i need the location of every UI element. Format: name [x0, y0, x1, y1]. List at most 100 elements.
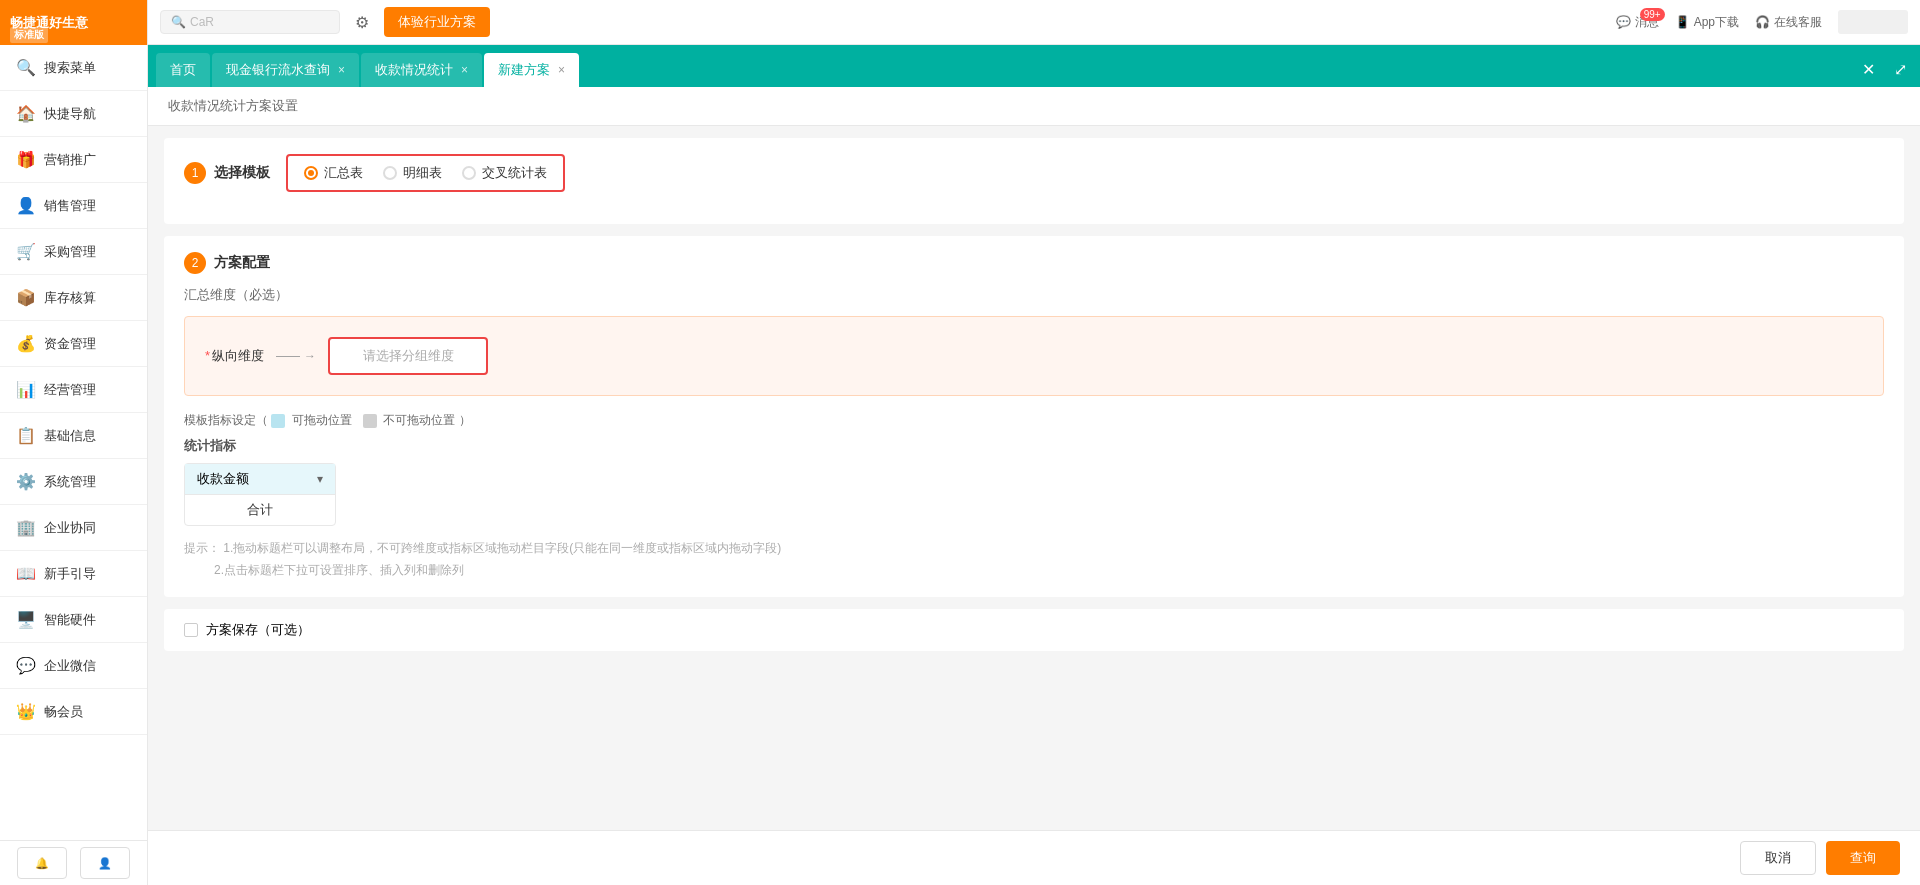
hardware-icon: 🖥️: [16, 610, 36, 630]
app-download-label: App下载: [1694, 14, 1739, 31]
sidebar-item-wechat[interactable]: 💬 企业微信: [0, 643, 147, 689]
radio-btn-cross[interactable]: [462, 166, 476, 180]
sidebar-item-inventory[interactable]: 📦 库存核算: [0, 275, 147, 321]
online-service-item[interactable]: 🎧 在线客服: [1755, 14, 1822, 31]
sidebar-item-basic[interactable]: 📋 基础信息: [0, 413, 147, 459]
step2-badge: 2: [184, 252, 206, 274]
message-icon: 💬: [1616, 15, 1631, 29]
app-download-item[interactable]: 📱 App下载: [1675, 14, 1739, 31]
chevron-down-icon[interactable]: ▾: [317, 472, 323, 486]
radio-btn-detail[interactable]: [383, 166, 397, 180]
radio-btn-summary[interactable]: [304, 166, 318, 180]
topbar-search-box: 🔍 CaR: [160, 10, 340, 34]
sidebar-label-finance: 资金管理: [44, 335, 96, 353]
indicators-section: 模板指标设定（ 可拖动位置 不可拖动位置 ） 统计指标: [184, 412, 1884, 526]
step1-header: 1 选择模板 汇总表 明细表 交叉统计表: [184, 154, 1884, 192]
sidebar-label-system: 系统管理: [44, 473, 96, 491]
tab-close-new-plan[interactable]: ×: [558, 63, 565, 77]
sidebar-item-operation[interactable]: 📊 经营管理: [0, 367, 147, 413]
tabbar: 首页现金银行流水查询×收款情况统计×新建方案× ✕ ⤢: [148, 45, 1920, 87]
sidebar-item-sales[interactable]: 👤 销售管理: [0, 183, 147, 229]
service-icon: 🎧: [1755, 15, 1770, 29]
legend-draggable-box: 可拖动位置: [271, 413, 355, 427]
online-service-label: 在线客服: [1774, 14, 1822, 31]
app-icon: 📱: [1675, 15, 1690, 29]
user-avatar[interactable]: [1838, 10, 1908, 34]
tab-label-bank-flow: 现金银行流水查询: [226, 61, 330, 79]
sidebar-bottom-btn-1[interactable]: 🔔: [17, 847, 67, 879]
sidebar-label-enterprise: 企业协同: [44, 519, 96, 537]
page-content: 收款情况统计方案设置 1 选择模板 汇总表 明细表 交叉统计表 2 方案配置: [148, 87, 1920, 830]
tab-close-receipt-stats[interactable]: ×: [461, 63, 468, 77]
sidebar-item-guide[interactable]: 📖 新手引导: [0, 551, 147, 597]
sidebar-item-quick-nav[interactable]: 🏠 快捷导航: [0, 91, 147, 137]
topbar-left: 🔍 CaR ⚙ 体验行业方案: [160, 7, 490, 37]
sidebar-bottom-btn-2[interactable]: 👤: [80, 847, 130, 879]
sidebar-label-quick-nav: 快捷导航: [44, 105, 96, 123]
tabbar-left: 首页现金银行流水查询×收款情况统计×新建方案×: [156, 53, 579, 87]
radio-option-detail[interactable]: 明细表: [383, 164, 442, 182]
sidebar-item-finance[interactable]: 💰 资金管理: [0, 321, 147, 367]
sidebar-label-sales: 销售管理: [44, 197, 96, 215]
tab-close-bank-flow[interactable]: ×: [338, 63, 345, 77]
sales-icon: 👤: [16, 196, 36, 216]
guide-icon: 📖: [16, 564, 36, 584]
radio-option-summary[interactable]: 汇总表: [304, 164, 363, 182]
indicators-settings-label: 模板指标设定（ 可拖动位置 不可拖动位置 ）: [184, 412, 471, 429]
cancel-button[interactable]: 取消: [1740, 841, 1816, 875]
sidebar-item-purchase[interactable]: 🛒 采购管理: [0, 229, 147, 275]
tab-new-plan[interactable]: 新建方案×: [484, 53, 579, 87]
step1-title: 选择模板: [214, 164, 270, 182]
step2-section: 2 方案配置 汇总维度（必选） 纵向维度 —— 请选择分组维度 模板指标设定（: [164, 236, 1904, 597]
system-icon: ⚙️: [16, 472, 36, 492]
topbar-gear-icon[interactable]: ⚙: [348, 8, 376, 36]
sidebar-item-marketing[interactable]: 🎁 营销推广: [0, 137, 147, 183]
indicators-title: 统计指标: [184, 437, 1884, 455]
dimension-select[interactable]: 请选择分组维度: [328, 337, 488, 375]
inventory-icon: 📦: [16, 288, 36, 308]
sidebar-label-inventory: 库存核算: [44, 289, 96, 307]
expand-window-icon[interactable]: ⤢: [1888, 57, 1912, 81]
sidebar-item-member[interactable]: 👑 畅会员: [0, 689, 147, 735]
topbar-search-text: CaR: [190, 15, 214, 29]
sidebar-label-hardware: 智能硬件: [44, 611, 96, 629]
quick-nav-icon: 🏠: [16, 104, 36, 124]
sidebar-label-search: 搜索菜单: [44, 59, 96, 77]
vertical-dimension-label: 纵向维度: [205, 347, 264, 365]
sidebar-label-wechat: 企业微信: [44, 657, 96, 675]
sidebar-label-marketing: 营销推广: [44, 151, 96, 169]
tip-2: 2.点击标题栏下拉可设置排序、插入列和删除列: [214, 563, 464, 577]
dimension-area: 纵向维度 —— 请选择分组维度: [184, 316, 1884, 396]
tab-receipt-stats[interactable]: 收款情况统计 ×: [361, 53, 482, 87]
save-checkbox[interactable]: [184, 623, 198, 637]
finance-icon: 💰: [16, 334, 36, 354]
tip-1: 1.拖动标题栏可以调整布局，不可跨维度或指标区域拖动栏目字段(只能在同一维度或指…: [223, 541, 781, 555]
step1-section: 1 选择模板 汇总表 明细表 交叉统计表: [164, 138, 1904, 224]
page-footer: 取消 查询: [148, 830, 1920, 885]
dimension-section-label: 汇总维度（必选）: [184, 286, 1884, 304]
notification-item[interactable]: 💬 消息 99+: [1616, 14, 1659, 31]
query-button[interactable]: 查询: [1826, 841, 1900, 875]
radio-label-detail: 明细表: [403, 164, 442, 182]
tab-label-receipt-stats: 收款情况统计: [375, 61, 453, 79]
topbar: 🔍 CaR ⚙ 体验行业方案 💬 消息 99+ 📱 App下载 🎧 在线客服: [148, 0, 1920, 45]
indicator-col-header[interactable]: 收款金额 ▾: [185, 464, 335, 495]
operation-icon: 📊: [16, 380, 36, 400]
sidebar-label-purchase: 采购管理: [44, 243, 96, 261]
radio-option-cross[interactable]: 交叉统计表: [462, 164, 547, 182]
radio-label-cross: 交叉统计表: [482, 164, 547, 182]
tab-home[interactable]: 首页: [156, 53, 210, 87]
notification-count: 99+: [1640, 8, 1665, 21]
step1-badge: 1: [184, 162, 206, 184]
sidebar-item-search[interactable]: 🔍 搜索菜单: [0, 45, 147, 91]
sidebar-item-hardware[interactable]: 🖥️ 智能硬件: [0, 597, 147, 643]
tips-section: 提示： 1.拖动标题栏可以调整布局，不可跨维度或指标区域拖动栏目字段(只能在同一…: [184, 538, 1884, 581]
close-window-icon[interactable]: ✕: [1856, 57, 1880, 81]
trial-industry-button[interactable]: 体验行业方案: [384, 7, 490, 37]
sidebar-item-system[interactable]: ⚙️ 系统管理: [0, 459, 147, 505]
tab-bank-flow[interactable]: 现金银行流水查询 ×: [212, 53, 359, 87]
sidebar-logo: 畅捷通好生意 标准版: [0, 0, 147, 45]
template-options-box: 汇总表 明细表 交叉统计表: [286, 154, 565, 192]
sidebar-item-enterprise[interactable]: 🏢 企业协同: [0, 505, 147, 551]
basic-icon: 📋: [16, 426, 36, 446]
